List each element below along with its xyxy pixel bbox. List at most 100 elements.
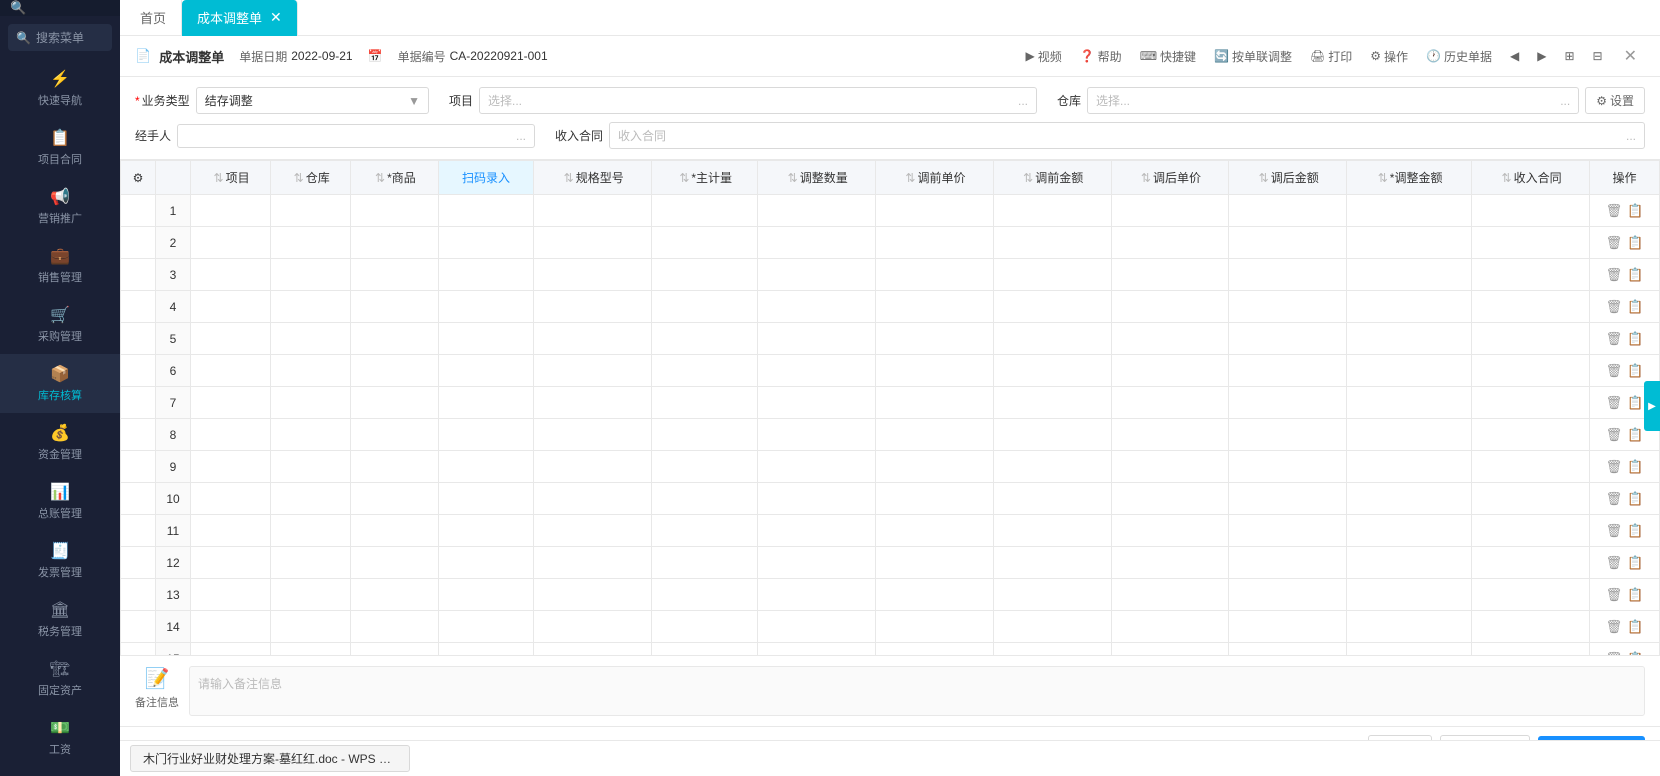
th-pre-amount[interactable]: ⇅调前金额: [993, 161, 1111, 195]
cell-pre-unit-price[interactable]: [876, 579, 994, 611]
cell-pre-amount[interactable]: [993, 419, 1111, 451]
cell-product[interactable]: [351, 451, 438, 483]
cell-post-unit-price[interactable]: [1111, 643, 1229, 656]
cell-income-contract[interactable]: [1472, 515, 1590, 547]
sidebar-item-ops-mgmt[interactable]: 📈 经营管理: [0, 767, 120, 776]
cell-adjust-qty[interactable]: [758, 483, 876, 515]
cell-pre-unit-price[interactable]: [876, 323, 994, 355]
cell-adjust-qty[interactable]: [758, 547, 876, 579]
cell-post-unit-price[interactable]: [1111, 323, 1229, 355]
cell-warehouse[interactable]: [271, 611, 351, 643]
cell-post-unit-price[interactable]: [1111, 227, 1229, 259]
help-btn[interactable]: ❓ 帮助: [1075, 46, 1127, 67]
cell-adjust-qty[interactable]: [758, 323, 876, 355]
row-copy-icon[interactable]: 📋: [1627, 331, 1643, 347]
cell-main-unit[interactable]: [652, 259, 758, 291]
row-delete-icon[interactable]: 🗑: [1606, 363, 1623, 379]
sidebar-item-sales-mgmt[interactable]: 💼 销售管理: [0, 236, 120, 295]
cell-scan-input[interactable]: [438, 643, 534, 656]
cell-project[interactable]: [191, 451, 271, 483]
cell-product[interactable]: [351, 419, 438, 451]
cell-income-contract[interactable]: [1472, 355, 1590, 387]
cell-main-unit[interactable]: [652, 419, 758, 451]
row-copy-icon[interactable]: 📋: [1627, 651, 1643, 656]
th-post-amount[interactable]: ⇅调后金额: [1229, 161, 1347, 195]
cell-post-unit-price[interactable]: [1111, 451, 1229, 483]
collapse-btn[interactable]: ⊟: [1588, 47, 1608, 65]
cell-scan-input[interactable]: [438, 419, 534, 451]
th-product[interactable]: ⇅*商品: [351, 161, 438, 195]
cell-project[interactable]: [191, 387, 271, 419]
row-copy-icon[interactable]: 📋: [1627, 235, 1643, 251]
cell-scan-input[interactable]: [438, 451, 534, 483]
cell-post-unit-price[interactable]: [1111, 515, 1229, 547]
sidebar-item-ledger-mgmt[interactable]: 📊 总账管理: [0, 472, 120, 531]
doc-close-btn[interactable]: ✕: [1616, 44, 1645, 68]
cell-post-amount[interactable]: [1229, 611, 1347, 643]
agent-input[interactable]: ...: [177, 124, 535, 148]
cell-scan-input[interactable]: [438, 547, 534, 579]
cell-pre-amount[interactable]: [993, 195, 1111, 227]
cell-post-amount[interactable]: [1229, 451, 1347, 483]
cell-income-contract[interactable]: [1472, 195, 1590, 227]
expand-btn[interactable]: ⊞: [1559, 47, 1579, 65]
cell-adjust-amount[interactable]: [1347, 323, 1472, 355]
cell-spec-type[interactable]: [534, 451, 652, 483]
row-delete-icon[interactable]: 🗑: [1606, 235, 1623, 251]
th-spec-type[interactable]: ⇅规格型号: [534, 161, 652, 195]
cell-pre-amount[interactable]: [993, 323, 1111, 355]
cell-main-unit[interactable]: [652, 579, 758, 611]
row-copy-icon[interactable]: 📋: [1627, 363, 1643, 379]
cell-scan-input[interactable]: [438, 291, 534, 323]
cell-project[interactable]: [191, 419, 271, 451]
cell-warehouse[interactable]: [271, 579, 351, 611]
th-pre-unit-price[interactable]: ⇅调前单价: [876, 161, 994, 195]
cell-spec-type[interactable]: [534, 323, 652, 355]
cell-warehouse[interactable]: [271, 419, 351, 451]
cell-adjust-qty[interactable]: [758, 643, 876, 656]
row-copy-icon[interactable]: 📋: [1627, 459, 1643, 475]
cell-project[interactable]: [191, 291, 271, 323]
cell-income-contract[interactable]: [1472, 323, 1590, 355]
th-adjust-qty[interactable]: ⇅调整数量: [758, 161, 876, 195]
cell-spec-type[interactable]: [534, 419, 652, 451]
right-edge-btn[interactable]: ▶: [1644, 381, 1660, 431]
cell-adjust-amount[interactable]: [1347, 291, 1472, 323]
cell-post-unit-price[interactable]: [1111, 579, 1229, 611]
remark-icon-btn[interactable]: 📝 备注信息: [135, 666, 179, 710]
cell-project[interactable]: [191, 195, 271, 227]
shortcut-btn[interactable]: ⌨ 快捷键: [1135, 46, 1201, 67]
cell-adjust-amount[interactable]: [1347, 227, 1472, 259]
sidebar-item-quick-nav[interactable]: ⚡ 快速导航: [0, 59, 120, 118]
cell-post-amount[interactable]: [1229, 227, 1347, 259]
cell-post-amount[interactable]: [1229, 323, 1347, 355]
th-post-unit-price[interactable]: ⇅调后单价: [1111, 161, 1229, 195]
cell-post-amount[interactable]: [1229, 291, 1347, 323]
cell-post-amount[interactable]: [1229, 195, 1347, 227]
row-delete-icon[interactable]: 🗑: [1606, 491, 1623, 507]
cell-adjust-qty[interactable]: [758, 259, 876, 291]
cell-pre-amount[interactable]: [993, 451, 1111, 483]
cell-post-amount[interactable]: [1229, 515, 1347, 547]
cell-post-unit-price[interactable]: [1111, 387, 1229, 419]
biz-type-input[interactable]: 结存调整 ▼: [196, 87, 429, 114]
history-btn[interactable]: 🕐 历史单据: [1421, 46, 1497, 67]
warehouse-input[interactable]: 选择... ...: [1087, 87, 1579, 114]
cell-product[interactable]: [351, 387, 438, 419]
cell-income-contract[interactable]: [1472, 227, 1590, 259]
cell-scan-input[interactable]: [438, 611, 534, 643]
sidebar-item-fund-mgmt[interactable]: 💰 资金管理: [0, 413, 120, 472]
cell-pre-unit-price[interactable]: [876, 291, 994, 323]
sidebar-item-tax-mgmt[interactable]: 🏛 税务管理: [0, 590, 120, 649]
sidebar-item-fixed-assets[interactable]: 🏗 固定资产: [0, 649, 120, 708]
sidebar-item-sales-promotion[interactable]: 📢 营销推广: [0, 177, 120, 236]
cell-spec-type[interactable]: [534, 387, 652, 419]
cell-warehouse[interactable]: [271, 195, 351, 227]
cell-spec-type[interactable]: [534, 259, 652, 291]
cell-product[interactable]: [351, 483, 438, 515]
cell-project[interactable]: [191, 355, 271, 387]
cell-product[interactable]: [351, 579, 438, 611]
th-main-unit[interactable]: ⇅*主计量: [652, 161, 758, 195]
cell-project[interactable]: [191, 227, 271, 259]
cell-income-contract[interactable]: [1472, 387, 1590, 419]
